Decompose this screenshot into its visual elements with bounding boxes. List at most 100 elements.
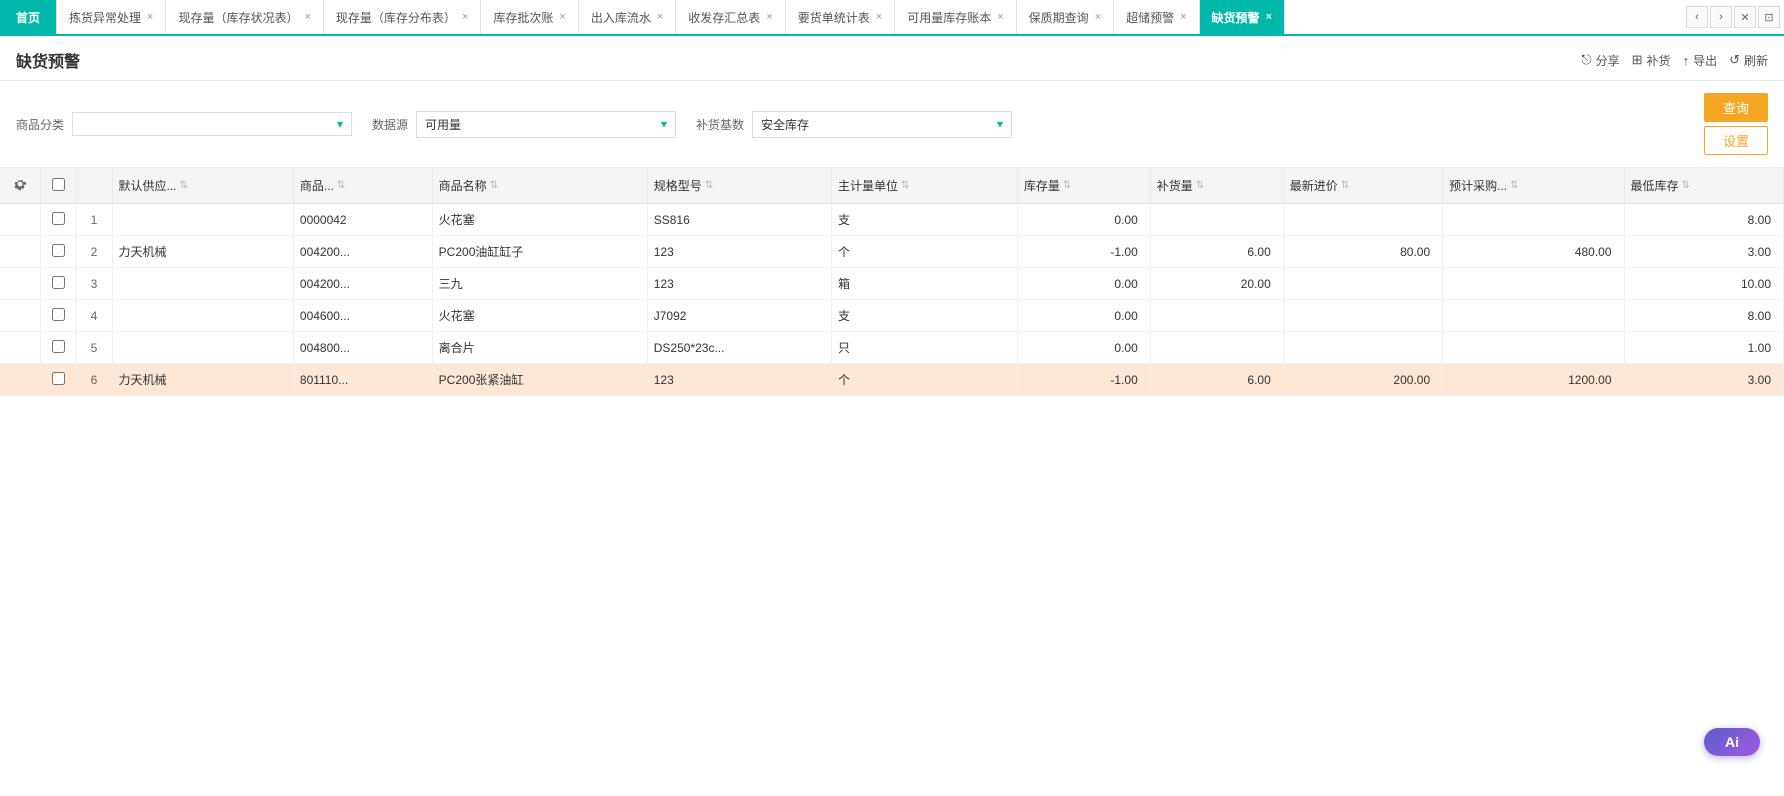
row-checkbox[interactable] [52, 372, 65, 385]
td-supplier: 力天机械 [112, 364, 293, 396]
td-unit: 只 [832, 332, 1018, 364]
td-replenish [1150, 300, 1283, 332]
tab-close-inventory-dist[interactable]: × [462, 11, 468, 23]
query-button[interactable]: 查询 [1704, 93, 1768, 122]
tab-next-button[interactable]: › [1710, 6, 1732, 28]
settings-button[interactable]: 设置 [1704, 126, 1768, 155]
row-checkbox[interactable] [52, 308, 65, 321]
th-settings [0, 168, 40, 204]
td-replenish: 6.00 [1150, 236, 1283, 268]
tab-shortage[interactable]: 缺货预警 × [1200, 0, 1285, 34]
select-all-checkbox[interactable] [52, 178, 65, 191]
table-header-row: 默认供应... ⇅ 商品... ⇅ 商品名称 ⇅ [0, 168, 1784, 204]
tab-prev-button[interactable]: ‹ [1686, 6, 1708, 28]
refresh-icon: ↺ [1729, 52, 1740, 68]
tab-close-batch-account[interactable]: × [559, 11, 565, 23]
tab-label-inventory-status: 现存量（库存状况表） [178, 9, 298, 26]
th-unit-sort-icon[interactable]: ⇅ [901, 180, 909, 191]
tab-inventory-status[interactable]: 现存量（库存状况表） × [166, 0, 323, 34]
row-checkbox[interactable] [52, 212, 65, 225]
tab-close-req-stat[interactable]: × [876, 11, 882, 23]
td-est-purchase: 480.00 [1443, 236, 1624, 268]
category-select[interactable]: ▾ [72, 112, 352, 136]
th-est-purchase-sort-icon[interactable]: ⇅ [1510, 180, 1518, 191]
replenish-button[interactable]: ⊞ 补货 [1632, 52, 1671, 69]
th-est-purchase: 预计采购... ⇅ [1443, 168, 1624, 204]
td-checkbox [40, 300, 76, 332]
tab-label-shortage: 缺货预警 [1212, 9, 1260, 26]
tab-close-all-button[interactable]: ✕ [1734, 6, 1756, 28]
tab-abnormal[interactable]: 拣货异常处理 × [57, 0, 166, 34]
tab-avail-ledger[interactable]: 可用量库存账本 × [895, 0, 1016, 34]
ai-label: Ai [1725, 734, 1739, 750]
th-product-name-sort-icon[interactable]: ⇅ [490, 180, 498, 191]
th-spec-sort-icon[interactable]: ⇅ [705, 180, 713, 191]
tab-inout-flow[interactable]: 出入库流水 × [579, 0, 676, 34]
tab-req-stat[interactable]: 要货单统计表 × [786, 0, 895, 34]
td-row-num: 4 [76, 300, 112, 332]
tab-close-expiry-query[interactable]: × [1095, 11, 1101, 23]
tab-label-batch-account: 库存批次账 [493, 9, 553, 26]
replenish-basis-select-value: 安全库存 [761, 116, 989, 133]
th-min-stock-sort-icon[interactable]: ⇅ [1682, 180, 1690, 191]
tab-overstock[interactable]: 超储预警 × [1114, 0, 1199, 34]
th-latest-price-sort-icon[interactable]: ⇅ [1341, 180, 1349, 191]
tab-label-avail-ledger: 可用量库存账本 [907, 9, 991, 26]
td-latest-price: 80.00 [1283, 236, 1442, 268]
tab-inventory-dist[interactable]: 现存量（库存分布表） × [324, 0, 481, 34]
th-unit-label: 主计量单位 [838, 177, 898, 194]
replenish-basis-label: 补货基数 [696, 116, 744, 133]
settings-icon[interactable] [12, 176, 28, 192]
tab-home[interactable]: 首页 [0, 0, 57, 34]
tab-close-abnormal[interactable]: × [147, 11, 153, 23]
td-checkbox [40, 268, 76, 300]
tab-collect-summary[interactable]: 收发存汇总表 × [676, 0, 785, 34]
td-min-stock: 8.00 [1624, 300, 1783, 332]
tab-close-overstock[interactable]: × [1180, 11, 1186, 23]
td-supplier [112, 332, 293, 364]
tab-close-inout-flow[interactable]: × [657, 11, 663, 23]
tab-label-abnormal: 拣货异常处理 [69, 9, 141, 26]
tab-batch-account[interactable]: 库存批次账 × [481, 0, 578, 34]
td-checkbox [40, 364, 76, 396]
row-checkbox[interactable] [52, 276, 65, 289]
row-checkbox[interactable] [52, 340, 65, 353]
refresh-button[interactable]: ↺ 刷新 [1729, 52, 1768, 69]
td-product-code: 0000042 [293, 204, 432, 236]
ai-assistant-button[interactable]: Ai [1704, 728, 1760, 756]
td-stock: 0.00 [1017, 332, 1150, 364]
th-replenish: 补货量 ⇅ [1150, 168, 1283, 204]
td-settings [0, 300, 40, 332]
datasource-select[interactable]: 可用量 ▾ [416, 111, 676, 138]
tab-close-shortage[interactable]: × [1266, 11, 1272, 23]
share-button[interactable]: ⎋ 分享 [1581, 52, 1619, 69]
tab-label-inout-flow: 出入库流水 [591, 9, 651, 26]
th-min-stock: 最低库存 ⇅ [1624, 168, 1783, 204]
th-product-code-sort-icon[interactable]: ⇅ [337, 180, 345, 191]
tab-close-collect-summary[interactable]: × [766, 11, 772, 23]
th-replenish-sort-icon[interactable]: ⇅ [1196, 180, 1204, 191]
tab-close-inventory-status[interactable]: × [304, 11, 310, 23]
td-latest-price [1283, 332, 1442, 364]
td-stock: -1.00 [1017, 364, 1150, 396]
table-row: 2力天机械004200...PC200油缸缸子123个-1.006.0080.0… [0, 236, 1784, 268]
tab-restore-button[interactable]: ⊡ [1758, 6, 1780, 28]
replenish-basis-select[interactable]: 安全库存 ▾ [752, 111, 1012, 138]
datasource-select-arrow-icon: ▾ [661, 117, 667, 131]
td-row-num: 1 [76, 204, 112, 236]
td-unit: 支 [832, 204, 1018, 236]
th-latest-price-label: 最新进价 [1290, 177, 1338, 194]
th-supplier-sort-icon[interactable]: ⇅ [180, 180, 188, 191]
td-supplier [112, 268, 293, 300]
export-button[interactable]: ↑ 导出 [1683, 52, 1718, 69]
datasource-filter-label: 数据源 [372, 116, 408, 133]
td-est-purchase [1443, 300, 1624, 332]
th-stock-label: 库存量 [1024, 177, 1060, 194]
td-replenish: 20.00 [1150, 268, 1283, 300]
th-stock: 库存量 ⇅ [1017, 168, 1150, 204]
tab-expiry-query[interactable]: 保质期查询 × [1017, 0, 1114, 34]
row-checkbox[interactable] [52, 244, 65, 257]
th-stock-sort-icon[interactable]: ⇅ [1063, 180, 1071, 191]
tab-close-avail-ledger[interactable]: × [997, 11, 1003, 23]
th-row-num [76, 168, 112, 204]
